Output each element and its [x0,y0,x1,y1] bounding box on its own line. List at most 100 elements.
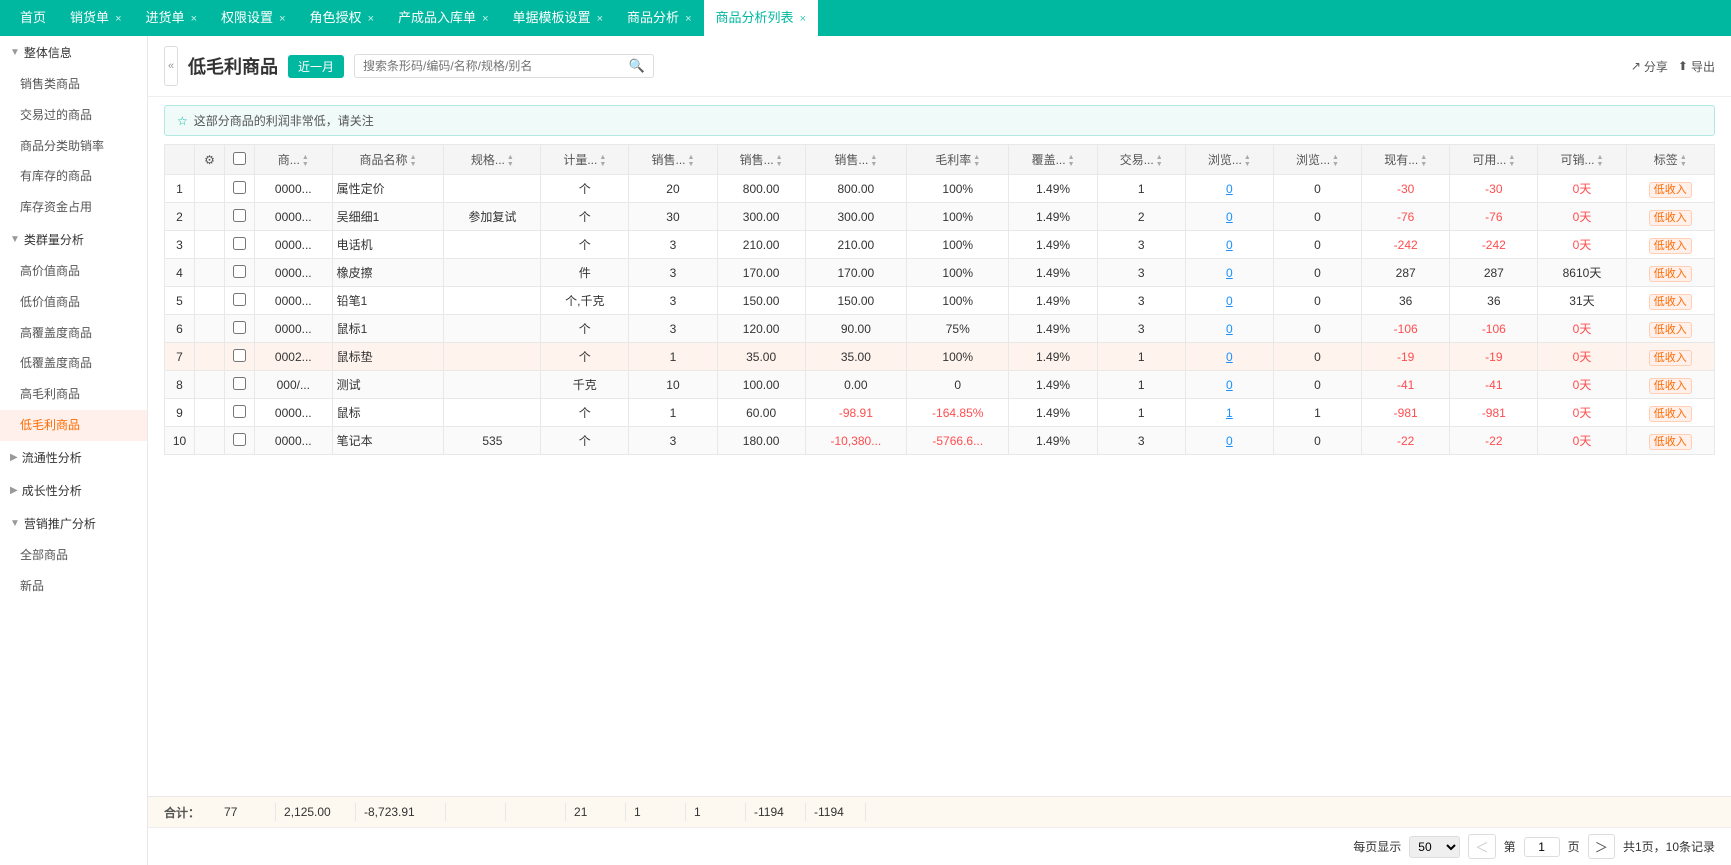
nav-product-entry[interactable]: 产成品入库单 × [386,0,501,36]
views1-link[interactable]: 0 [1226,266,1233,280]
sidebar-item-in-stock-products[interactable]: 有库存的商品 [0,161,147,192]
cell-gross-margin: -5766.6... [907,427,1009,455]
next-page-btn[interactable]: ＞ [1588,834,1615,859]
sidebar-group-overall[interactable]: ▼ 整体信息 [0,36,147,69]
sidebar-item-all-products[interactable]: 全部商品 [0,540,147,571]
col-gross-margin[interactable]: 毛利率▲▼ [907,145,1009,175]
views1-link[interactable]: 0 [1226,294,1233,308]
views1-link[interactable]: 1 [1226,406,1233,420]
close-icon[interactable]: × [797,13,806,25]
nav-sales-order[interactable]: 销货单 × [58,0,134,36]
close-icon[interactable]: × [276,13,285,25]
cell-transaction: 1 [1097,399,1185,427]
chevron-down-icon: ▼ [10,234,20,245]
views1-link[interactable]: 0 [1226,378,1233,392]
row-checkbox[interactable] [233,433,246,446]
row-checkbox[interactable] [233,209,246,222]
sidebar-item-high-value[interactable]: 高价值商品 [0,256,147,287]
close-icon[interactable]: × [682,13,691,25]
cell-unit: 千克 [541,371,629,399]
close-icon[interactable]: × [188,13,197,25]
cell-gross-margin: 100% [907,343,1009,371]
col-sales-price[interactable]: 销售...▲▼ [717,145,805,175]
cell-sales-qty: 3 [629,427,717,455]
cell-sellable-days: 0天 [1538,231,1626,259]
views1-link[interactable]: 0 [1226,182,1233,196]
footer-available-stock: -1194 [806,803,866,821]
sidebar-item-high-margin[interactable]: 高毛利商品 [0,379,147,410]
views1-link[interactable]: 0 [1226,210,1233,224]
search-input[interactable] [363,59,629,73]
row-checkbox[interactable] [233,265,246,278]
cell-unit: 个 [541,343,629,371]
sidebar-collapse-btn[interactable]: « [164,46,178,86]
col-transaction[interactable]: 交易...▲▼ [1097,145,1185,175]
col-views2[interactable]: 浏览...▲▼ [1273,145,1361,175]
nav-template-settings[interactable]: 单据模板设置 × [501,0,616,36]
share-btn[interactable]: ↗ 分享 [1631,58,1668,75]
nav-purchase-order[interactable]: 进货单 × [134,0,210,36]
row-checkbox[interactable] [233,405,246,418]
row-checkbox[interactable] [233,377,246,390]
select-all-checkbox[interactable] [233,152,246,165]
views1-link[interactable]: 0 [1226,434,1233,448]
close-icon[interactable]: × [594,13,603,25]
col-sellable-days[interactable]: 可销...▲▼ [1538,145,1626,175]
col-available-stock[interactable]: 可用...▲▼ [1450,145,1538,175]
row-checkbox[interactable] [233,349,246,362]
prev-page-btn[interactable]: ＜ [1468,834,1495,859]
close-icon[interactable]: × [365,13,374,25]
sidebar-item-low-value[interactable]: 低价值商品 [0,287,147,318]
col-spec[interactable]: 规格...▲▼ [444,145,541,175]
sidebar-group-growth[interactable]: ▶ 成长性分析 [0,474,147,507]
nav-product-analysis[interactable]: 商品分析 × [615,0,704,36]
row-checkbox[interactable] [233,293,246,306]
cell-current-stock: 36 [1362,287,1450,315]
sidebar-item-traded-products[interactable]: 交易过的商品 [0,100,147,131]
cell-tag: 低收入 [1626,315,1714,343]
cell-gross-margin: -164.85% [907,399,1009,427]
nav-home[interactable]: 首页 [8,0,58,36]
cell-code: 0000... [255,315,333,343]
nav-permission-settings[interactable]: 权限设置 × [209,0,298,36]
col-name[interactable]: 商品名称▲▼ [332,145,444,175]
export-btn[interactable]: ⬆ 导出 [1678,58,1715,75]
tag-badge: 低收入 [1649,182,1692,198]
col-unit[interactable]: 计量...▲▼ [541,145,629,175]
close-icon[interactable]: × [112,13,121,25]
sidebar-item-new-products[interactable]: 新品 [0,571,147,602]
cell-tag: 低收入 [1626,287,1714,315]
row-checkbox[interactable] [233,181,246,194]
sidebar-group-marketing[interactable]: ▼ 营销推广分析 [0,507,147,540]
row-checkbox[interactable] [233,321,246,334]
filter-recent-month-btn[interactable]: 近一月 [288,55,344,78]
col-tag[interactable]: 标签▲▼ [1626,145,1714,175]
close-icon[interactable]: × [479,13,488,25]
sidebar-group-cluster[interactable]: ▼ 类群量分析 [0,223,147,256]
sidebar-item-sales-products[interactable]: 销售类商品 [0,69,147,100]
sidebar-item-inventory-capital[interactable]: 库存资金占用 [0,192,147,223]
nav-product-analysis-list[interactable]: 商品分析列表 × [704,0,819,36]
views1-link[interactable]: 0 [1226,322,1233,336]
col-sales-profit[interactable]: 销售...▲▼ [805,145,906,175]
col-code[interactable]: 商...▲▼ [255,145,333,175]
col-coverage[interactable]: 覆盖...▲▼ [1009,145,1097,175]
sidebar-group-circulation[interactable]: ▶ 流通性分析 [0,441,147,474]
cell-checkbox [225,231,255,259]
col-sales-qty[interactable]: 销售...▲▼ [629,145,717,175]
sidebar-item-low-coverage[interactable]: 低覆盖度商品 [0,348,147,379]
row-checkbox[interactable] [233,237,246,250]
cell-sales-price: 800.00 [717,175,805,203]
col-current-stock[interactable]: 现有...▲▼ [1362,145,1450,175]
col-views1[interactable]: 浏览...▲▼ [1185,145,1273,175]
views1-link[interactable]: 0 [1226,238,1233,252]
views1-link[interactable]: 0 [1226,350,1233,364]
sidebar-item-low-margin[interactable]: 低毛利商品 [0,410,147,441]
per-page-select[interactable]: 50 100 200 [1409,836,1460,858]
nav-role-auth[interactable]: 角色授权 × [298,0,387,36]
col-settings[interactable]: ⚙ [195,145,225,175]
cell-coverage: 1.49% [1009,315,1097,343]
sidebar-item-category-sales-rate[interactable]: 商品分类助销率 [0,131,147,162]
sidebar-item-high-coverage[interactable]: 高覆盖度商品 [0,318,147,349]
page-number-input[interactable] [1524,837,1560,857]
